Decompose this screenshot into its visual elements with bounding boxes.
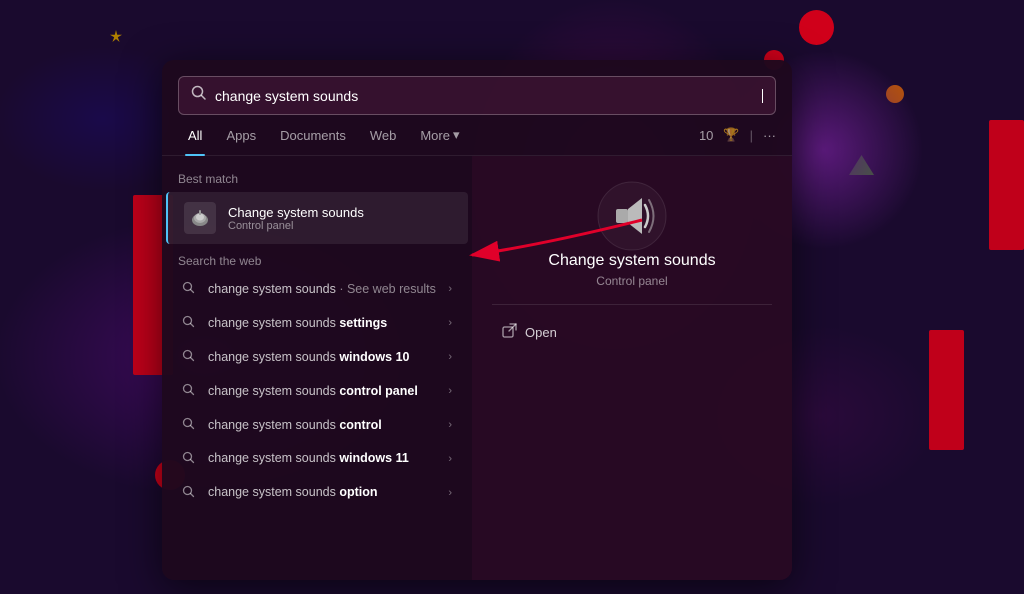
chevron-icon-5: ›: [448, 453, 452, 465]
web-result-text-3: change system sounds control panel: [208, 383, 418, 400]
search-result-icon-1: [182, 315, 198, 331]
search-result-icon-4: [182, 417, 198, 433]
best-match-label: Best match: [162, 168, 472, 192]
search-bar[interactable]: change system sounds: [178, 76, 776, 115]
web-result-4[interactable]: change system sounds control ›: [166, 409, 468, 442]
left-panel: Best match Change system sounds Control …: [162, 156, 472, 580]
web-result-3[interactable]: change system sounds control panel ›: [166, 375, 468, 408]
chevron-icon-0: ›: [448, 283, 452, 295]
best-match-subtitle: Control panel: [228, 220, 364, 232]
web-result-text-1: change system sounds settings: [208, 315, 387, 332]
separator-icon: |: [750, 128, 753, 143]
tabs-right-controls: 10 🏆 | ···: [699, 127, 776, 143]
detail-title: Change system sounds: [548, 252, 715, 270]
web-result-text-6: change system sounds option: [208, 484, 378, 501]
web-result-1[interactable]: change system sounds settings ›: [166, 307, 468, 340]
web-result-text-5: change system sounds windows 11: [208, 450, 409, 467]
search-input[interactable]: change system sounds: [215, 88, 753, 104]
best-match-item[interactable]: Change system sounds Control panel: [166, 192, 468, 244]
search-result-icon-6: [182, 485, 198, 501]
search-result-icon-5: [182, 451, 198, 467]
chevron-icon-6: ›: [448, 487, 452, 499]
chevron-icon-3: ›: [448, 385, 452, 397]
search-result-icon-2: [182, 349, 198, 365]
web-result-0[interactable]: change system sounds · See web results ›: [166, 273, 468, 306]
search-result-icon-0: [182, 281, 198, 297]
external-link-icon: [502, 323, 517, 341]
search-popup: change system sounds All Apps Documents …: [162, 60, 792, 580]
best-match-title: Change system sounds: [228, 205, 364, 220]
tab-documents[interactable]: Documents: [270, 124, 356, 147]
trophy-icon: 🏆: [723, 127, 739, 143]
web-result-5[interactable]: change system sounds windows 11 ›: [166, 442, 468, 475]
tab-web[interactable]: Web: [360, 124, 407, 147]
web-section-label: Search the web: [162, 244, 472, 272]
detail-divider: [492, 304, 772, 305]
best-match-text: Change system sounds Control panel: [228, 205, 364, 232]
content-area: Best match Change system sounds Control …: [162, 156, 792, 580]
tab-all[interactable]: All: [178, 124, 212, 147]
chevron-icon-1: ›: [448, 317, 452, 329]
open-button[interactable]: Open: [492, 317, 772, 347]
tab-counter: 10: [699, 128, 713, 143]
detail-subtitle: Control panel: [596, 274, 667, 288]
web-result-6[interactable]: change system sounds option ›: [166, 476, 468, 509]
tab-apps[interactable]: Apps: [216, 124, 266, 147]
chevron-icon-4: ›: [448, 419, 452, 431]
tabs-row: All Apps Documents Web More ▾ 10 🏆 | ···: [162, 115, 792, 156]
search-result-icon-3: [182, 383, 198, 399]
search-icon: [191, 85, 207, 106]
detail-speaker-icon: [596, 180, 668, 252]
tab-more[interactable]: More ▾: [410, 123, 469, 147]
right-detail-panel: Change system sounds Control panel Open: [472, 156, 792, 580]
web-result-text-0: change system sounds · See web results: [208, 281, 436, 298]
best-match-icon: [184, 202, 216, 234]
more-dots[interactable]: ···: [763, 128, 776, 143]
web-result-2[interactable]: change system sounds windows 10 ›: [166, 341, 468, 374]
web-result-text-2: change system sounds windows 10: [208, 349, 409, 366]
web-result-text-4: change system sounds control: [208, 417, 382, 434]
open-label: Open: [525, 325, 557, 340]
search-bar-container: change system sounds: [162, 60, 792, 115]
chevron-icon-2: ›: [448, 351, 452, 363]
